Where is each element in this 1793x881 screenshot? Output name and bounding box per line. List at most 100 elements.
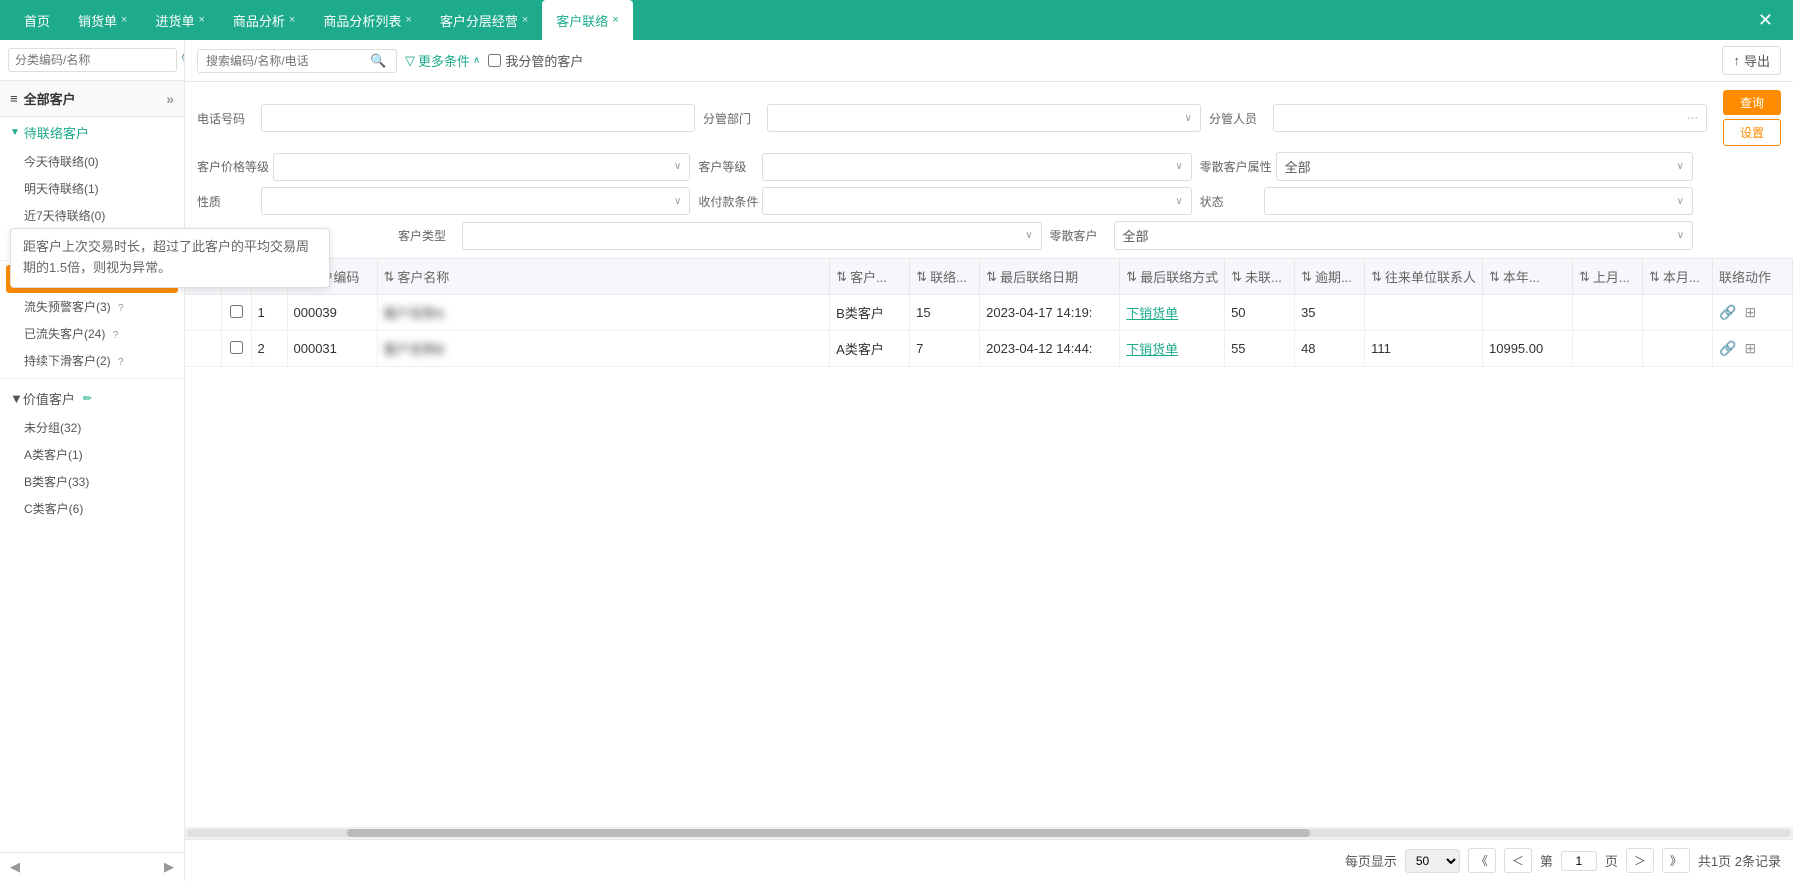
sidebar-item-b-class[interactable]: B类客户(33) — [0, 468, 184, 495]
row1-uncontacted: 50 — [1225, 295, 1295, 331]
current-page-input[interactable] — [1561, 851, 1597, 871]
sidebar-item-7days[interactable]: 近7天待联络(0) — [0, 202, 184, 229]
col-last-method[interactable]: ⇅ 最后联络方式 — [1120, 259, 1225, 295]
col-name[interactable]: ⇅ 客户名称 — [377, 259, 830, 295]
row2-checkbox[interactable] — [221, 331, 251, 367]
price-level-select[interactable]: ∨ — [273, 153, 690, 181]
filter-retail-customer: 零散客户 全部 ∨ — [1050, 221, 1693, 250]
scrollbar-thumb[interactable] — [347, 829, 1309, 837]
filter-area: 电话号码 分管部门 ∨ 分管人员 ··· — [185, 82, 1793, 259]
nav-product-analysis[interactable]: 商品分析 × — [219, 0, 309, 40]
sidebar-section-value[interactable]: ▼ 价值客户 ✏ — [0, 383, 184, 414]
next-page-btn[interactable]: ＞ — [1626, 848, 1654, 873]
retail-attr-select[interactable]: 全部 ∨ — [1276, 152, 1693, 181]
horizontal-scrollbar[interactable] — [185, 827, 1793, 839]
gender-select[interactable]: ∨ — [261, 187, 690, 215]
search-bar[interactable]: 🔍 — [197, 49, 397, 73]
my-customers-input[interactable] — [488, 54, 501, 67]
col-uncontacted[interactable]: ⇅ 未联... — [1225, 259, 1295, 295]
row2-unit-contact: 111 — [1365, 331, 1483, 367]
row2-link-icon[interactable]: 🔗 — [1719, 340, 1736, 357]
nav-sales[interactable]: 销货单 × — [64, 0, 141, 40]
gender-chevron: ∨ — [674, 196, 681, 207]
last-page-btn[interactable]: 》 — [1662, 848, 1690, 873]
nav-purchase[interactable]: 进货单 × — [141, 0, 218, 40]
status-select[interactable]: ∨ — [1264, 187, 1693, 215]
sidebar-item-lost[interactable]: 已流失客户(24) ? — [0, 320, 184, 347]
nav-purchase-close[interactable]: × — [198, 14, 204, 26]
phone-input[interactable] — [261, 104, 695, 132]
col-this-month[interactable]: ⇅ 本月... — [1643, 259, 1713, 295]
window-close-btn[interactable]: ✕ — [1748, 10, 1783, 31]
category-search-input[interactable] — [8, 48, 177, 72]
prev-page-btn[interactable]: ＜ — [1504, 848, 1532, 873]
sidebar-item-loss-warning[interactable]: 流失预警客户(3) ? — [0, 293, 184, 320]
query-button[interactable]: 查询 — [1723, 90, 1781, 115]
row1-actions: 🔗 ⊞ — [1713, 295, 1793, 331]
table-row: 2 000031 客户名称B A类客户 7 2023-04-12 14:44: … — [185, 331, 1793, 367]
row1-no: 1 — [251, 295, 287, 331]
col-type[interactable]: ⇅ 客户... — [830, 259, 910, 295]
nav-customer-contact[interactable]: 客户联络 × — [542, 0, 632, 40]
row2-last-method[interactable]: 下销货单 — [1120, 331, 1225, 367]
nav-product-list-close[interactable]: × — [405, 14, 411, 26]
search-input[interactable] — [206, 54, 366, 68]
search-icon[interactable]: 🔍 — [370, 53, 386, 69]
retail-customer-select[interactable]: 全部 ∨ — [1114, 221, 1693, 250]
payment-select[interactable]: ∨ — [762, 187, 1191, 215]
customer-level-select[interactable]: ∨ — [762, 153, 1191, 181]
nav-product-analysis-close[interactable]: × — [289, 14, 295, 26]
page-size-select[interactable]: 50 20 100 — [1405, 849, 1460, 873]
customer-type-chevron: ∨ — [1025, 230, 1032, 241]
sidebar-item-today[interactable]: 今天待联络(0) — [0, 148, 184, 175]
retail-customer-chevron: ∨ — [1677, 230, 1684, 241]
settings-button[interactable]: 设置 — [1723, 119, 1781, 146]
manager-select[interactable]: ··· — [1273, 104, 1707, 132]
export-button[interactable]: ↑ 导出 — [1722, 46, 1781, 75]
nav-home[interactable]: 首页 — [10, 0, 64, 40]
col-last-month[interactable]: ⇅ 上月... — [1573, 259, 1643, 295]
col-contact-count[interactable]: ⇅ 联络... — [910, 259, 980, 295]
nav-customer-segment-close[interactable]: × — [522, 14, 528, 26]
sidebar-item-c-class[interactable]: C类客户(6) — [0, 495, 184, 522]
customer-type-select[interactable]: ∨ — [462, 222, 1041, 250]
sidebar-item-ungrouped[interactable]: 未分组(32) — [0, 414, 184, 441]
nav-customer-contact-close[interactable]: × — [612, 14, 618, 26]
price-level-chevron: ∨ — [674, 161, 681, 172]
nav-sales-close[interactable]: × — [121, 14, 127, 26]
nav-customer-segment[interactable]: 客户分层经营 × — [426, 0, 542, 40]
nav-product-analysis-list[interactable]: 商品分析列表 × — [309, 0, 425, 40]
retail-attr-chevron: ∨ — [1677, 161, 1684, 172]
col-unit-contact[interactable]: ⇅ 往来单位联系人 — [1365, 259, 1483, 295]
col-last-date[interactable]: ⇅ 最后联络日期 — [980, 259, 1120, 295]
row1-last-month — [1573, 295, 1643, 331]
row2-grid-icon[interactable]: ⊞ — [1744, 340, 1756, 357]
row1-annual — [1483, 295, 1573, 331]
sidebar-all-customers[interactable]: ≡ 全部客户 » — [0, 81, 184, 117]
more-filters-btn[interactable]: ▽ 更多条件 ∧ — [405, 51, 480, 70]
col-overdue[interactable]: ⇅ 逾期... — [1295, 259, 1365, 295]
row1-checkbox[interactable] — [221, 295, 251, 331]
sidebar-item-a-class[interactable]: A类客户(1) — [0, 441, 184, 468]
my-customers-checkbox[interactable]: 我分管的客户 — [488, 51, 583, 70]
row2-last-month — [1573, 331, 1643, 367]
sidebar-section-pending[interactable]: ▼ 待联络客户 — [0, 117, 184, 148]
sidebar-collapse-btn[interactable]: » — [166, 91, 174, 107]
row2-type: A类客户 — [830, 331, 910, 367]
row1-grid-icon[interactable]: ⊞ — [1744, 304, 1756, 321]
row1-link-icon[interactable]: 🔗 — [1719, 304, 1736, 321]
row2-contact-count: 7 — [910, 331, 980, 367]
sidebar-item-declining[interactable]: 持续下滑客户(2) ? — [0, 347, 184, 374]
filter-row-1: 电话号码 分管部门 ∨ 分管人员 ··· — [197, 90, 1781, 146]
section-pending-arrow: ▼ — [10, 127, 20, 138]
row1-settings — [185, 295, 221, 331]
col-annual[interactable]: ⇅ 本年... — [1483, 259, 1573, 295]
scrollbar-track[interactable] — [187, 829, 1791, 837]
dept-select[interactable]: ∨ — [767, 104, 1201, 132]
row1-last-method[interactable]: 下销货单 — [1120, 295, 1225, 331]
first-page-btn[interactable]: 《 — [1468, 848, 1496, 873]
sidebar-item-tomorrow[interactable]: 明天待联络(1) — [0, 175, 184, 202]
section-value-edit[interactable]: ✏ — [83, 392, 92, 405]
sidebar-prev-icon[interactable]: ◀ — [10, 859, 20, 875]
sidebar-next-icon[interactable]: ▶ — [164, 859, 174, 875]
